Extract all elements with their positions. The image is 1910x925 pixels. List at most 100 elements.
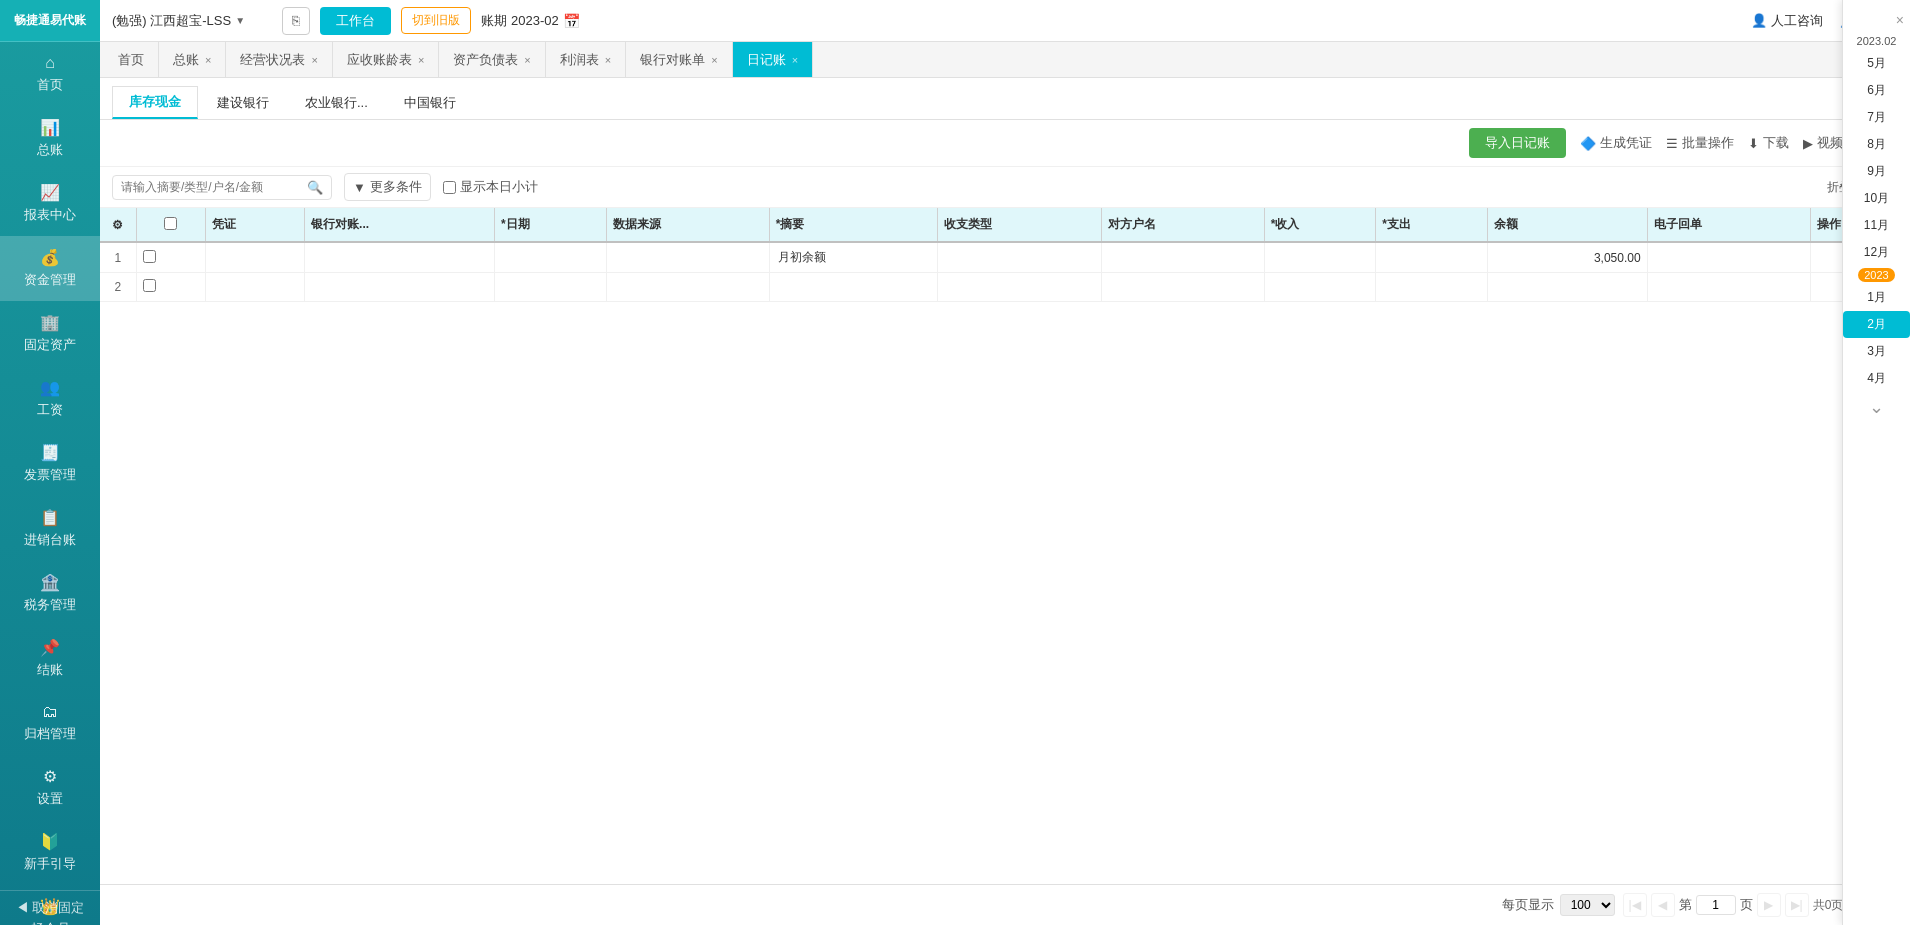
row-2-e-receipt bbox=[1647, 273, 1810, 302]
date-panel-header: × bbox=[1843, 8, 1910, 32]
next-page-button[interactable]: ▶ bbox=[1757, 893, 1781, 917]
more-filter-button[interactable]: ▼ 更多条件 bbox=[344, 173, 431, 201]
tab-bank-statement-close[interactable]: × bbox=[711, 54, 717, 66]
app-logo[interactable]: 畅捷通易代账 bbox=[0, 0, 100, 42]
invoice-icon: 🧾 bbox=[40, 443, 60, 462]
row-1-summary: 月初余额 bbox=[769, 242, 938, 273]
tab-ledger-close[interactable]: × bbox=[205, 54, 211, 66]
sidebar-item-payroll[interactable]: 👥 工资 bbox=[0, 366, 100, 431]
sidebar-item-fixed-assets[interactable]: 🏢 固定资产 bbox=[0, 301, 100, 366]
download-button[interactable]: ⬇ 下载 bbox=[1748, 134, 1789, 152]
import-journal-button[interactable]: 导入日记账 bbox=[1469, 128, 1566, 158]
calendar-icon[interactable]: 📅 bbox=[563, 13, 580, 29]
sidebar-unpin[interactable]: ◀ 取消固定 bbox=[0, 890, 100, 925]
sidebar-item-tax[interactable]: 🏦 税务管理 bbox=[0, 561, 100, 626]
sidebar-item-home[interactable]: ⌂ 首页 bbox=[0, 42, 100, 106]
sidebar-item-finance-label: 资金管理 bbox=[24, 271, 76, 289]
date-scroll-down[interactable]: ⌄ bbox=[1865, 392, 1888, 422]
sidebar-item-guide[interactable]: 🔰 新手引导 bbox=[0, 820, 100, 885]
daily-total-checkbox-label[interactable]: 显示本日小计 bbox=[443, 178, 538, 196]
bank-tab-abc[interactable]: 农业银行... bbox=[288, 87, 385, 118]
row-2-date bbox=[495, 273, 607, 302]
daily-total-checkbox[interactable] bbox=[443, 181, 456, 194]
tab-income[interactable]: 利润表 × bbox=[546, 42, 626, 77]
sidebar-item-close[interactable]: 📌 结账 bbox=[0, 626, 100, 691]
date-month-4[interactable]: 4月 bbox=[1843, 365, 1910, 392]
sidebar-item-archive-label: 归档管理 bbox=[24, 725, 76, 743]
date-month-3[interactable]: 3月 bbox=[1843, 338, 1910, 365]
main-area: (勉强) 江西超宝-LSS ▼ ⎘ 工作台 切到旧版 账期 2023-02 📅 … bbox=[100, 0, 1910, 925]
bank-tab-ccb[interactable]: 建设银行 bbox=[200, 87, 286, 118]
bank-tab-cash[interactable]: 库存现金 bbox=[112, 86, 198, 119]
date-month-7[interactable]: 7月 bbox=[1843, 104, 1910, 131]
date-month-6[interactable]: 6月 bbox=[1843, 77, 1910, 104]
select-all-checkbox[interactable] bbox=[164, 217, 177, 230]
date-month-9[interactable]: 9月 bbox=[1843, 158, 1910, 185]
tab-management-report[interactable]: 经营状况表 × bbox=[226, 42, 332, 77]
filter-icon: ▼ bbox=[353, 180, 366, 195]
row-1-checkbox[interactable] bbox=[136, 242, 206, 273]
row-2-checkbox[interactable] bbox=[136, 273, 206, 302]
workspace-button[interactable]: 工作台 bbox=[320, 7, 391, 35]
generate-voucher-label: 生成凭证 bbox=[1600, 134, 1652, 152]
tab-journal[interactable]: 日记账 × bbox=[733, 42, 813, 77]
date-year-2022-label: 2023.02 bbox=[1853, 32, 1901, 50]
tab-balance-sheet-close[interactable]: × bbox=[524, 54, 530, 66]
table-container: ⚙ 凭证 银行对账... *日期 数据来源 *摘要 收支类型 对方户名 *收入 … bbox=[100, 208, 1910, 884]
bank-tab-boc-label: 中国银行 bbox=[404, 95, 456, 110]
tab-aging[interactable]: 应收账龄表 × bbox=[333, 42, 439, 77]
sidebar-item-settings-label: 设置 bbox=[37, 790, 63, 808]
date-month-10[interactable]: 10月 bbox=[1843, 185, 1910, 212]
last-page-button[interactable]: ▶| bbox=[1785, 893, 1809, 917]
sidebar-item-report[interactable]: 📈 报表中心 bbox=[0, 171, 100, 236]
first-page-button[interactable]: |◀ bbox=[1623, 893, 1647, 917]
date-month-1[interactable]: 1月 bbox=[1843, 284, 1910, 311]
search-icon[interactable]: 🔍 bbox=[307, 180, 323, 195]
switch-button[interactable]: 切到旧版 bbox=[401, 7, 471, 34]
prev-page-button[interactable]: ◀ bbox=[1651, 893, 1675, 917]
video-label: 视频 bbox=[1817, 134, 1843, 152]
page-input[interactable] bbox=[1696, 895, 1736, 915]
copy-button[interactable]: ⎘ bbox=[282, 7, 310, 35]
date-month-12[interactable]: 12月 bbox=[1843, 239, 1910, 266]
generate-voucher-button[interactable]: 🔷 生成凭证 bbox=[1580, 134, 1652, 152]
col-bank-match: 银行对账... bbox=[305, 208, 495, 242]
tab-balance-sheet[interactable]: 资产负债表 × bbox=[439, 42, 545, 77]
sidebar-item-invoice[interactable]: 🧾 发票管理 bbox=[0, 431, 100, 496]
batch-ops-button[interactable]: ☰ 批量操作 bbox=[1666, 134, 1734, 152]
tab-income-close[interactable]: × bbox=[605, 54, 611, 66]
search-input[interactable] bbox=[121, 180, 301, 194]
sidebar-item-finance[interactable]: 💰 资金管理 bbox=[0, 236, 100, 301]
sidebar-item-sales[interactable]: 📋 进销台账 bbox=[0, 496, 100, 561]
date-month-2-active[interactable]: 2月 bbox=[1843, 311, 1910, 338]
date-month-5[interactable]: 5月 bbox=[1843, 50, 1910, 77]
sidebar-item-guide-label: 新手引导 bbox=[24, 855, 76, 873]
download-icon: ⬇ bbox=[1748, 136, 1759, 151]
tab-ledger[interactable]: 总账 × bbox=[159, 42, 226, 77]
download-label: 下载 bbox=[1763, 134, 1789, 152]
tab-management-report-close[interactable]: × bbox=[311, 54, 317, 66]
col-expense: *支出 bbox=[1376, 208, 1488, 242]
tab-aging-close[interactable]: × bbox=[418, 54, 424, 66]
sidebar-item-ledger[interactable]: 📊 总账 bbox=[0, 106, 100, 171]
date-month-8[interactable]: 8月 bbox=[1843, 131, 1910, 158]
service-button[interactable]: 👤 人工咨询 bbox=[1751, 12, 1823, 30]
row-1-num: 1 bbox=[100, 242, 136, 273]
tab-home[interactable]: 首页 bbox=[104, 42, 159, 77]
sidebar-item-settings[interactable]: ⚙ 设置 bbox=[0, 755, 100, 820]
sidebar-item-archive[interactable]: 🗂 归档管理 bbox=[0, 691, 100, 755]
video-button[interactable]: ▶ 视频 bbox=[1803, 134, 1843, 152]
tab-bank-statement[interactable]: 银行对账单 × bbox=[626, 42, 732, 77]
bank-tab-boc[interactable]: 中国银行 bbox=[387, 87, 473, 118]
col-date: *日期 bbox=[495, 208, 607, 242]
col-voucher: 凭证 bbox=[206, 208, 305, 242]
generate-voucher-icon: 🔷 bbox=[1580, 136, 1596, 151]
sidebar: 畅捷通易代账 ⌂ 首页 📊 总账 📈 报表中心 💰 资金管理 🏢 固定资产 👥 … bbox=[0, 0, 100, 925]
tab-journal-close[interactable]: × bbox=[792, 54, 798, 66]
company-selector[interactable]: (勉强) 江西超宝-LSS ▼ bbox=[112, 12, 272, 30]
row-1-bank-match bbox=[305, 242, 495, 273]
date-panel-close-button[interactable]: × bbox=[1896, 12, 1904, 28]
page-text-after: 页 bbox=[1740, 896, 1753, 914]
date-month-11[interactable]: 11月 bbox=[1843, 212, 1910, 239]
per-page-select[interactable]: 100 50 200 bbox=[1560, 894, 1615, 916]
